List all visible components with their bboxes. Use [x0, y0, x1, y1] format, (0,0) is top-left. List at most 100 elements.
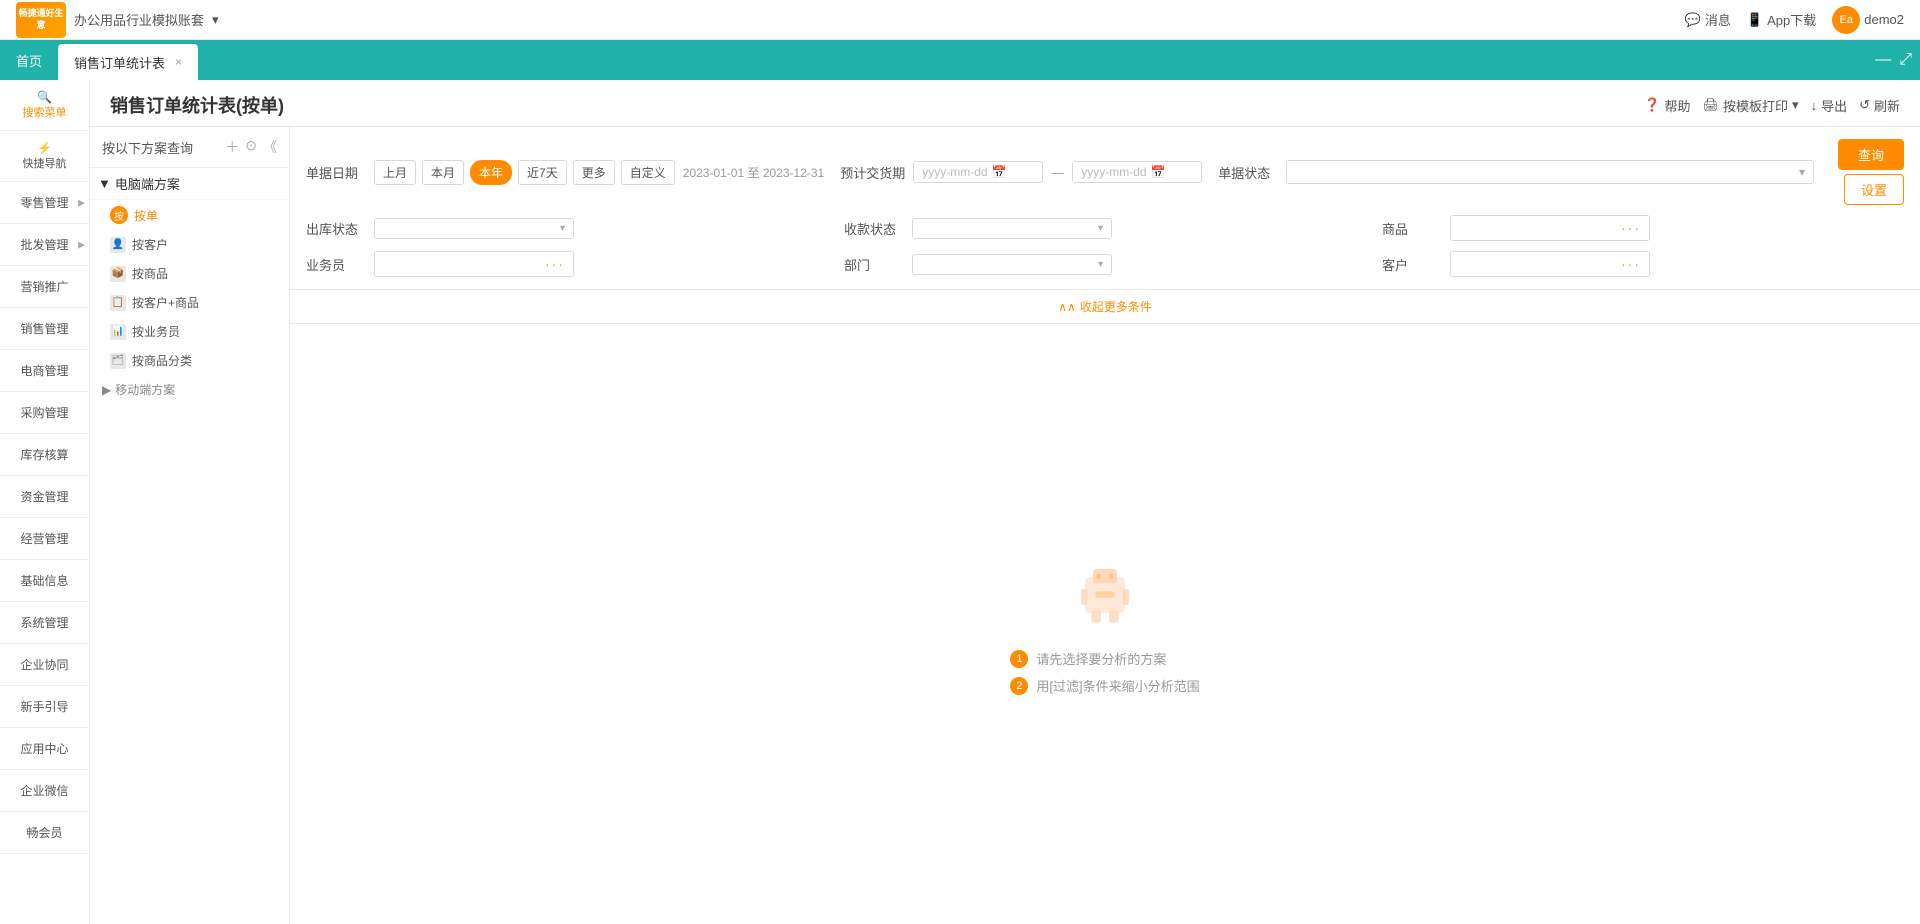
help-btn[interactable]: ❓ 帮助 — [1644, 96, 1690, 115]
sidebar-item-newuser[interactable]: 新手引导 — [0, 686, 89, 728]
calendar-icon-end: 📅 — [1151, 165, 1166, 179]
phone-icon: 📱 — [1747, 12, 1763, 28]
bill-status-block: 单据状态 ▾ — [1218, 160, 1814, 184]
sidebar-item-sales[interactable]: 销售管理 — [0, 308, 89, 350]
filter-row-2: 出库状态 ▾ 收款状态 ▾ — [306, 215, 1904, 241]
tree-pc-parent[interactable]: ▼ 电脑端方案 — [90, 168, 289, 200]
delivery-start-input[interactable]: yyyy-mm-dd 📅 — [913, 161, 1043, 183]
tabbar-controls: — ⤢ — [1875, 40, 1920, 80]
scheme-icon: 🗂 — [110, 353, 126, 369]
collapse-row[interactable]: ∧∧ 收起更多条件 — [290, 290, 1920, 324]
delivery-end-input[interactable]: yyyy-mm-dd 📅 — [1072, 161, 1202, 183]
collapse-label: 收起更多条件 — [1080, 298, 1152, 315]
customer-block: 客户 ··· — [1382, 251, 1904, 277]
query-btn-group: 查询 设置 — [1830, 139, 1904, 205]
page-header: 销售订单统计表(按单) ❓ 帮助 🖨 按模板打印 ▾ ↓ 导出 ↺ 刷新 — [90, 80, 1920, 127]
delivery-date-block: 预计交货期 yyyy-mm-dd 📅 — yyyy-mm-dd 📅 — [840, 161, 1202, 183]
sidebar-item-retail[interactable]: 零售管理 — [0, 182, 89, 224]
left-panel-header: 按以下方案查询 ＋ ⊙ 《 — [90, 127, 289, 168]
goods-select[interactable]: ··· — [1450, 215, 1650, 241]
collapse-panel-icon[interactable]: 《 — [263, 137, 277, 157]
tip-num-2: 2 — [1010, 677, 1028, 695]
scheme-item-按商品分类[interactable]: 🗂 按商品分类 — [98, 346, 289, 375]
scheme-item-按客户[interactable]: 👤 按客户 — [98, 230, 289, 259]
goods-dots[interactable]: ··· — [1621, 220, 1641, 236]
sidebar: 🔍搜索菜单 ⚡快捷导航 零售管理 批发管理 营销推广 销售管理 电商管理 采购管… — [0, 80, 90, 924]
date-filter-block: 单据日期 上月 本月 本年 近7天 更多 自定义 2023-01-01 至 20… — [306, 160, 824, 185]
tab-minimize-icon[interactable]: — — [1875, 51, 1891, 69]
sidebar-item-wholesale[interactable]: 批发管理 — [0, 224, 89, 266]
export-btn[interactable]: ↓ 导出 — [1811, 96, 1848, 115]
sidebar-item-enterprise[interactable]: 企业协同 — [0, 644, 89, 686]
bill-status-select[interactable]: ▾ — [1286, 160, 1814, 184]
sidebar-item-ecommerce[interactable]: 电商管理 — [0, 350, 89, 392]
dept-select[interactable]: ▾ — [912, 254, 1112, 275]
sidebar-item-purchase[interactable]: 采购管理 — [0, 392, 89, 434]
body-area: 按以下方案查询 ＋ ⊙ 《 ▼ 电脑端方案 按 按单 — [90, 127, 1920, 924]
this-month-btn[interactable]: 本月 — [422, 160, 464, 185]
scheme-item-按客户商品[interactable]: 📋 按客户+商品 — [98, 288, 289, 317]
scheme-item-按商品[interactable]: 📦 按商品 — [98, 259, 289, 288]
export-icon: ↓ — [1811, 98, 1818, 113]
sidebar-quick-nav[interactable]: ⚡快捷导航 — [0, 131, 89, 182]
delivery-date-label: 预计交货期 — [840, 163, 905, 182]
customer-select[interactable]: ··· — [1450, 251, 1650, 277]
filter-row-1: 单据日期 上月 本月 本年 近7天 更多 自定义 2023-01-01 至 20… — [306, 139, 1904, 205]
sidebar-item-inventory[interactable]: 库存核算 — [0, 434, 89, 476]
sales-rep-dots[interactable]: ··· — [545, 256, 565, 272]
add-scheme-icon[interactable]: ＋ — [225, 137, 239, 157]
customer-label: 客户 — [1382, 255, 1442, 274]
tab-close-icon[interactable]: × — [175, 55, 182, 69]
last-month-btn[interactable]: 上月 — [374, 160, 416, 185]
last7-btn[interactable]: 近7天 — [518, 160, 567, 185]
sidebar-item-basics[interactable]: 基础信息 — [0, 560, 89, 602]
left-panel: 按以下方案查询 ＋ ⊙ 《 ▼ 电脑端方案 按 按单 — [90, 127, 290, 924]
print-btn[interactable]: 🖨 按模板打印 ▾ — [1703, 96, 1799, 115]
topbar: 畅捷通好生意 办公用品行业模拟账套 ▾ 💬 消息 📱 App下载 Ea demo… — [0, 0, 1920, 40]
sidebar-item-appcenter[interactable]: 应用中心 — [0, 728, 89, 770]
edit-scheme-icon[interactable]: ⊙ — [245, 137, 257, 157]
sidebar-item-operations[interactable]: 经营管理 — [0, 518, 89, 560]
tab-expand-icon[interactable]: ⤢ — [1899, 51, 1912, 69]
this-year-btn[interactable]: 本年 — [470, 160, 512, 185]
custom-date-btn[interactable]: 自定义 — [621, 160, 675, 185]
sidebar-item-marketing[interactable]: 营销推广 — [0, 266, 89, 308]
tree-mobile-expand-icon: ▶ — [102, 383, 111, 397]
topbar-dropdown[interactable]: ▾ — [212, 12, 219, 28]
scheme-item-按业务员[interactable]: 📊 按业务员 — [98, 317, 289, 346]
sidebar-item-members[interactable]: 畅会员 — [0, 812, 89, 854]
settings-button[interactable]: 设置 — [1844, 174, 1904, 205]
avatar: Ea — [1832, 6, 1860, 34]
scheme-icon: 📊 — [110, 324, 126, 340]
tab-sales-order[interactable]: 销售订单统计表 × — [58, 44, 198, 80]
query-button[interactable]: 查询 — [1838, 139, 1904, 170]
sidebar-item-system[interactable]: 系统管理 — [0, 602, 89, 644]
customer-dots[interactable]: ··· — [1621, 256, 1641, 272]
tab-home[interactable]: 首页 — [0, 40, 58, 80]
payment-status-select[interactable]: ▾ — [912, 218, 1112, 239]
message-btn[interactable]: 💬 消息 — [1685, 10, 1731, 29]
tree-expand-icon: ▼ — [98, 176, 111, 191]
tree-mobile-section[interactable]: ▶ 移动端方案 — [90, 375, 289, 404]
content-area: 销售订单统计表(按单) ❓ 帮助 🖨 按模板打印 ▾ ↓ 导出 ↺ 刷新 — [90, 80, 1920, 924]
user-avatar-btn[interactable]: Ea demo2 — [1832, 6, 1904, 34]
calendar-icon: 📅 — [992, 165, 1007, 179]
empty-tips: 1 请先选择要分析的方案 2 用[过滤]条件来缩小分析范围 — [1010, 649, 1199, 695]
delivery-status-block: 出库状态 ▾ — [306, 218, 828, 239]
collapse-icon: ∧∧ — [1058, 300, 1076, 314]
delivery-status-select[interactable]: ▾ — [374, 218, 574, 239]
refresh-btn[interactable]: ↺ 刷新 — [1859, 96, 1900, 115]
sidebar-item-finance[interactable]: 资金管理 — [0, 476, 89, 518]
more-date-btn[interactable]: 更多 — [573, 160, 615, 185]
sales-rep-select[interactable]: ··· — [374, 251, 574, 277]
help-icon: ❓ — [1644, 97, 1660, 113]
scheme-icon: 📋 — [110, 295, 126, 311]
tree-children: 按 按单 👤 按客户 📦 按商品 📋 按客户+商品 — [90, 200, 289, 375]
tree-pc-label: 电脑端方案 — [115, 174, 180, 193]
page-title: 销售订单统计表(按单) — [110, 92, 284, 118]
sidebar-search[interactable]: 🔍搜索菜单 — [0, 80, 89, 131]
logo: 畅捷通好生意 — [16, 2, 66, 38]
scheme-item-按单[interactable]: 按 按单 — [98, 200, 289, 230]
sidebar-item-wechat[interactable]: 企业微信 — [0, 770, 89, 812]
app-download-btn[interactable]: 📱 App下载 — [1747, 10, 1816, 29]
